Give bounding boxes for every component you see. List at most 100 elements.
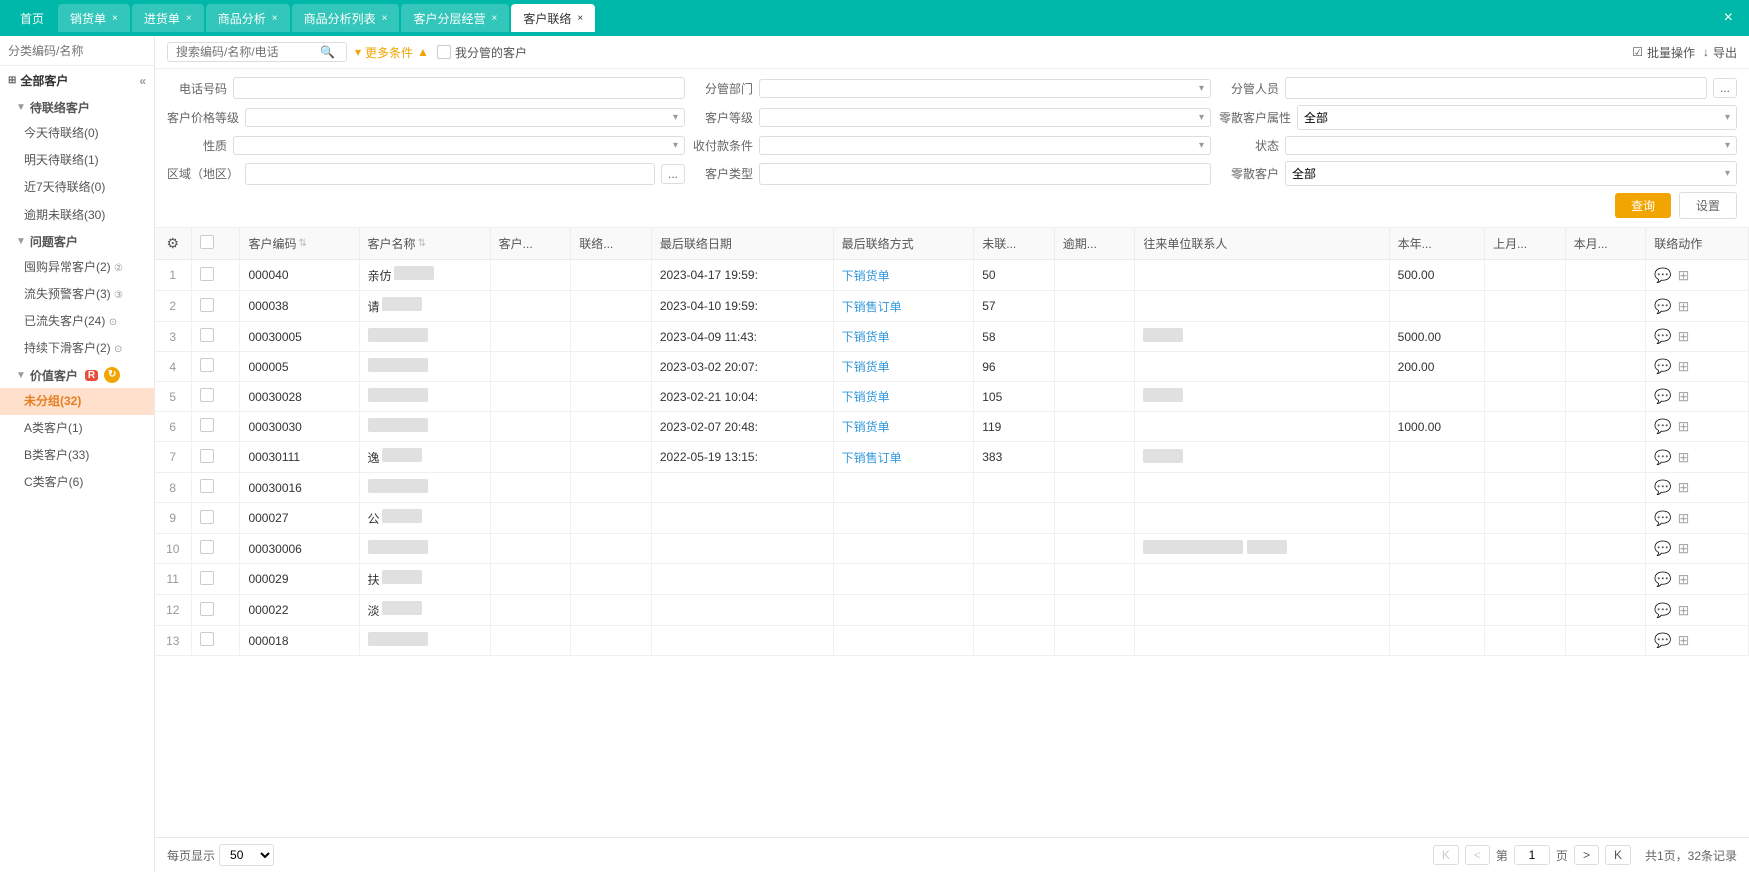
retail-customer-select[interactable]: 全部 ▾ — [1285, 161, 1737, 186]
my-customer-filter[interactable]: 我分管的客户 — [437, 44, 527, 61]
grid-action-icon[interactable]: ⊞ — [1678, 267, 1690, 284]
sidebar-item-churned[interactable]: 已流失客户(24) ⊙ — [0, 308, 154, 335]
row-checkbox[interactable] — [200, 267, 214, 281]
last-page-btn[interactable]: K — [1605, 845, 1631, 865]
chat-icon[interactable]: 💬 — [1654, 388, 1671, 405]
nature-select[interactable]: ▾ — [233, 136, 685, 155]
grid-action-icon[interactable]: ⊞ — [1678, 328, 1690, 345]
grid-action-icon[interactable]: ⊞ — [1678, 418, 1690, 435]
filter-more-btn[interactable]: ▾ 更多条件 ▲ — [355, 44, 429, 61]
grid-action-icon[interactable]: ⊞ — [1678, 388, 1690, 405]
tab-customer-tier-close[interactable]: × — [491, 13, 497, 24]
contact-method-link[interactable]: 下销货单 — [842, 269, 890, 283]
row-checkbox[interactable] — [200, 540, 214, 554]
row-checkbox[interactable] — [200, 571, 214, 585]
sidebar-item-overdue-contact[interactable]: 逾期未联络(30) — [0, 202, 154, 229]
group-problem-customers[interactable]: ▼ 问题客户 — [0, 229, 154, 254]
sidebar-item-today-contact[interactable]: 今天待联络(0) — [0, 120, 154, 147]
settings-icon[interactable]: ⚙ — [166, 235, 179, 252]
query-button[interactable]: 查询 — [1615, 193, 1671, 218]
grid-action-icon[interactable]: ⊞ — [1678, 540, 1690, 557]
tab-home[interactable]: 首页 — [8, 4, 56, 32]
row-checkbox[interactable] — [200, 449, 214, 463]
manager-more-btn[interactable]: ... — [1713, 78, 1737, 98]
chat-icon[interactable]: 💬 — [1654, 328, 1671, 345]
sidebar-item-declining[interactable]: 持续下滑客户(2) ⊙ — [0, 335, 154, 362]
grid-action-icon[interactable]: ⊞ — [1678, 510, 1690, 527]
grid-action-icon[interactable]: ⊞ — [1678, 632, 1690, 649]
tab-purchase[interactable]: 进货单 × — [132, 4, 204, 32]
my-customer-checkbox[interactable] — [437, 45, 451, 59]
per-page-select[interactable]: 50 20 100 — [219, 844, 274, 866]
tab-product-analysis-close[interactable]: × — [272, 13, 278, 24]
contact-method-link[interactable]: 下销货单 — [842, 360, 890, 374]
refresh-icon[interactable]: ↻ — [104, 367, 120, 383]
batch-operation-btn[interactable]: ☑ 批量操作 — [1632, 44, 1695, 61]
dept-select[interactable]: ▾ — [759, 79, 1211, 98]
chat-icon[interactable]: 💬 — [1654, 602, 1671, 619]
grid-action-icon[interactable]: ⊞ — [1678, 571, 1690, 588]
row-checkbox[interactable] — [200, 602, 214, 616]
collapse-icon[interactable]: « — [139, 74, 146, 88]
global-close-button[interactable]: × — [1716, 9, 1741, 27]
reset-button[interactable]: 设置 — [1679, 192, 1737, 219]
tab-product-analysis-list-close[interactable]: × — [382, 13, 388, 24]
chat-icon[interactable]: 💬 — [1654, 449, 1671, 466]
sidebar-all-customers[interactable]: ⊞ 全部客户 « — [0, 66, 154, 95]
chat-icon[interactable]: 💬 — [1654, 418, 1671, 435]
tab-customer-tier[interactable]: 客户分层经营 × — [401, 4, 509, 32]
status-select[interactable]: ▾ — [1285, 136, 1737, 155]
sidebar-item-class-c[interactable]: C类客户(6) — [0, 469, 154, 496]
row-checkbox[interactable] — [200, 328, 214, 342]
sidebar-item-ungrouped[interactable]: 未分组(32) — [0, 388, 154, 415]
group-value-customers[interactable]: ▼ 价值客户 R ↻ — [0, 363, 154, 388]
tab-sales[interactable]: 销货单 × — [58, 4, 130, 32]
sidebar-item-churn-warning[interactable]: 流失预警客户(3) ③ — [0, 281, 154, 308]
payment-select[interactable]: ▾ — [759, 136, 1211, 155]
sidebar-search-input[interactable] — [8, 44, 155, 58]
row-checkbox[interactable] — [200, 632, 214, 646]
tab-sales-close[interactable]: × — [112, 13, 118, 24]
tab-customer-contact[interactable]: 客户联络 × — [511, 4, 595, 32]
chat-icon[interactable]: 💬 — [1654, 540, 1671, 557]
manager-input[interactable] — [1285, 77, 1707, 99]
grid-action-icon[interactable]: ⊞ — [1678, 602, 1690, 619]
first-page-btn[interactable]: K — [1433, 845, 1459, 865]
prev-page-btn[interactable]: < — [1465, 845, 1490, 865]
grid-action-icon[interactable]: ⊞ — [1678, 449, 1690, 466]
row-checkbox[interactable] — [200, 510, 214, 524]
row-checkbox[interactable] — [200, 418, 214, 432]
select-all-checkbox[interactable] — [200, 235, 214, 249]
grid-action-icon[interactable]: ⊞ — [1678, 298, 1690, 315]
tab-customer-contact-close[interactable]: × — [577, 13, 583, 24]
row-checkbox[interactable] — [200, 479, 214, 493]
filter-search-icon[interactable]: 🔍 — [320, 45, 335, 59]
customer-grade-select[interactable]: ▾ — [759, 108, 1211, 127]
group-waiting-contact[interactable]: ▼ 待联络客户 — [0, 95, 154, 120]
contact-method-link[interactable]: 下销售订单 — [842, 300, 902, 314]
region-more-btn[interactable]: ... — [661, 164, 685, 184]
row-checkbox[interactable] — [200, 388, 214, 402]
export-btn[interactable]: ↓ 导出 — [1703, 44, 1737, 61]
sidebar-item-class-a[interactable]: A类客户(1) — [0, 415, 154, 442]
sidebar-item-class-b[interactable]: B类客户(33) — [0, 442, 154, 469]
chat-icon[interactable]: 💬 — [1654, 571, 1671, 588]
tab-product-analysis[interactable]: 商品分析 × — [206, 4, 290, 32]
tab-purchase-close[interactable]: × — [186, 13, 192, 24]
chat-icon[interactable]: 💬 — [1654, 632, 1671, 649]
contact-method-link[interactable]: 下销货单 — [842, 420, 890, 434]
tab-product-analysis-list[interactable]: 商品分析列表 × — [292, 4, 400, 32]
grid-action-icon[interactable]: ⊞ — [1678, 479, 1690, 496]
price-grade-select[interactable]: ▾ — [245, 108, 685, 127]
chat-icon[interactable]: 💬 — [1654, 358, 1671, 375]
col-code-sort[interactable]: 客户编码 — [248, 235, 306, 252]
chat-icon[interactable]: 💬 — [1654, 479, 1671, 496]
chat-icon[interactable]: 💬 — [1654, 267, 1671, 284]
page-number-input[interactable] — [1514, 845, 1550, 865]
contact-method-link[interactable]: 下销售订单 — [842, 451, 902, 465]
filter-search-input[interactable] — [176, 45, 316, 59]
sidebar-item-tomorrow-contact[interactable]: 明天待联络(1) — [0, 147, 154, 174]
sidebar-item-7day-contact[interactable]: 近7天待联络(0) — [0, 174, 154, 201]
chat-icon[interactable]: 💬 — [1654, 510, 1671, 527]
sidebar-item-hoarding-abnormal[interactable]: 囤购异常客户(2) ② — [0, 254, 154, 281]
